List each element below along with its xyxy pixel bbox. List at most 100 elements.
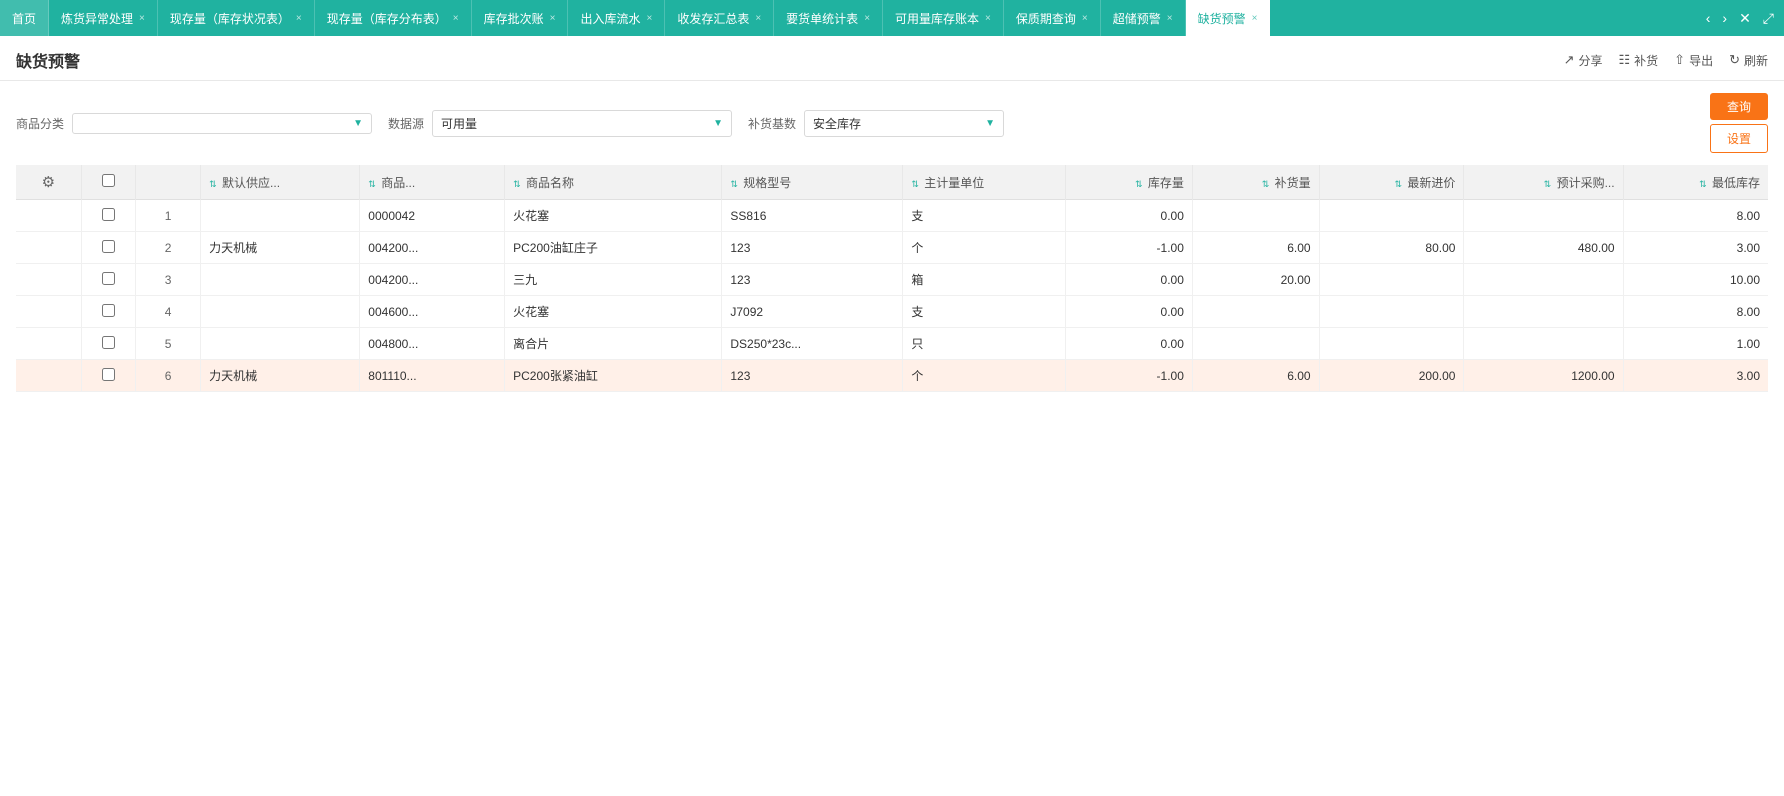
row-checkbox-cell[interactable] bbox=[81, 296, 135, 328]
row-num: 3 bbox=[135, 264, 200, 296]
tab-demand-stats[interactable]: 要货单统计表 × bbox=[774, 0, 883, 36]
tab-overstock[interactable]: 超储预警 × bbox=[1101, 0, 1186, 36]
row-supplier bbox=[201, 296, 360, 328]
tab-close-inout-flow[interactable]: × bbox=[646, 13, 652, 24]
gear-icon[interactable]: ⚙ bbox=[42, 174, 55, 191]
tab-stock-status[interactable]: 现存量（库存状况表） × bbox=[158, 0, 315, 36]
tab-close-shortage[interactable]: × bbox=[1252, 13, 1258, 24]
row-spec: J7092 bbox=[722, 296, 903, 328]
row-unit: 个 bbox=[903, 232, 1066, 264]
row-latest-price bbox=[1319, 200, 1464, 232]
row-unit: 箱 bbox=[903, 264, 1066, 296]
tab-prev-button[interactable]: ‹ bbox=[1700, 8, 1717, 28]
replenish-dropdown-icon: ▼ bbox=[985, 118, 995, 129]
table-container: ⚙ ⇅ 默认供应... ⇅ 商品... ⇅ bbox=[0, 165, 1784, 392]
tab-close-stock-dist[interactable]: × bbox=[453, 13, 459, 24]
tab-close-demand-stats[interactable]: × bbox=[864, 13, 870, 24]
tab-close-overstock[interactable]: × bbox=[1167, 13, 1173, 24]
sort-spec-icon: ⇅ bbox=[730, 179, 738, 189]
tab-close-receive-summary[interactable]: × bbox=[755, 13, 761, 24]
tab-abnormal[interactable]: 炼货异常处理 × bbox=[49, 0, 158, 36]
row-supplement bbox=[1192, 296, 1319, 328]
page-title-bar: 缺货预警 ↗ 分享 ☷ 补货 ⇧ 导出 ↻ 刷新 bbox=[0, 36, 1784, 81]
tab-close-available-ledger[interactable]: × bbox=[985, 13, 991, 24]
row-min-stock: 1.00 bbox=[1623, 328, 1768, 360]
query-button[interactable]: 查询 bbox=[1710, 93, 1768, 120]
tab-stock-dist[interactable]: 现存量（库存分布表） × bbox=[315, 0, 472, 36]
tab-batch-account[interactable]: 库存批次账 × bbox=[472, 0, 569, 36]
row-stock: -1.00 bbox=[1066, 232, 1193, 264]
row-stock: 0.00 bbox=[1066, 328, 1193, 360]
datasource-select-value: 可用量 bbox=[441, 115, 477, 132]
tab-close-expiry-query[interactable]: × bbox=[1082, 13, 1088, 24]
datasource-label: 数据源 bbox=[388, 115, 424, 132]
tab-close-abnormal[interactable]: × bbox=[139, 13, 145, 24]
tab-expand-button[interactable]: ⤢ bbox=[1757, 8, 1780, 29]
row-checkbox-0[interactable] bbox=[102, 208, 115, 221]
share-button[interactable]: ↗ 分享 bbox=[1564, 52, 1603, 69]
row-checkbox-3[interactable] bbox=[102, 304, 115, 317]
row-settings-cell bbox=[16, 328, 81, 360]
row-checkbox-4[interactable] bbox=[102, 336, 115, 349]
tab-receive-summary[interactable]: 收发存汇总表 × bbox=[665, 0, 774, 36]
row-checkbox-cell[interactable] bbox=[81, 232, 135, 264]
row-name: PC200油缸庄子 bbox=[505, 232, 722, 264]
row-num: 1 bbox=[135, 200, 200, 232]
col-header-latest-price: ⇅ 最新进价 bbox=[1319, 165, 1464, 200]
sort-stock-icon: ⇅ bbox=[1135, 179, 1143, 189]
row-checkbox-cell[interactable] bbox=[81, 328, 135, 360]
row-checkbox-2[interactable] bbox=[102, 272, 115, 285]
col-header-name: ⇅ 商品名称 bbox=[505, 165, 722, 200]
row-unit: 个 bbox=[903, 360, 1066, 392]
share-icon: ↗ bbox=[1564, 52, 1575, 68]
row-supplement bbox=[1192, 200, 1319, 232]
replenish-label: 补货基数 bbox=[748, 115, 796, 132]
row-stock: 0.00 bbox=[1066, 200, 1193, 232]
tab-close-batch-account[interactable]: × bbox=[550, 13, 556, 24]
row-code: 004800... bbox=[360, 328, 505, 360]
sort-supplier-icon: ⇅ bbox=[209, 179, 217, 189]
category-label: 商品分类 bbox=[16, 115, 64, 132]
tab-next-button[interactable]: › bbox=[1716, 8, 1733, 28]
export-button[interactable]: ⇧ 导出 bbox=[1674, 52, 1713, 69]
category-filter-group: 商品分类 ▼ bbox=[16, 113, 372, 134]
tab-nav-controls: ‹ › ✕ ⤢ bbox=[1700, 8, 1784, 29]
tab-close-all-button[interactable]: ✕ bbox=[1733, 8, 1757, 29]
settings-button[interactable]: 设置 bbox=[1710, 124, 1768, 153]
row-code: 004200... bbox=[360, 264, 505, 296]
row-unit: 支 bbox=[903, 200, 1066, 232]
tab-inout-flow[interactable]: 出入库流水 × bbox=[568, 0, 665, 36]
row-checkbox-cell[interactable] bbox=[81, 264, 135, 296]
table-row: 2 力天机械 004200... PC200油缸庄子 123 个 -1.00 6… bbox=[16, 232, 1768, 264]
col-header-min-stock: ⇅ 最低库存 bbox=[1623, 165, 1768, 200]
supplement-button[interactable]: ☷ 补货 bbox=[1618, 52, 1658, 69]
tab-expiry-query[interactable]: 保质期查询 × bbox=[1004, 0, 1101, 36]
row-checkbox-cell[interactable] bbox=[81, 360, 135, 392]
refresh-icon: ↻ bbox=[1729, 52, 1740, 68]
tab-shortage[interactable]: 缺货预警 × bbox=[1186, 0, 1271, 36]
col-header-supplier: ⇅ 默认供应... bbox=[201, 165, 360, 200]
col-header-estimated: ⇅ 预计采购... bbox=[1464, 165, 1623, 200]
sort-unit-icon: ⇅ bbox=[911, 179, 919, 189]
tab-close-stock-status[interactable]: × bbox=[296, 13, 302, 24]
row-checkbox-5[interactable] bbox=[102, 368, 115, 381]
datasource-select[interactable]: 可用量 ▼ bbox=[432, 110, 732, 137]
sort-min-stock-icon: ⇅ bbox=[1699, 179, 1707, 189]
row-stock: 0.00 bbox=[1066, 264, 1193, 296]
replenish-select[interactable]: 安全库存 ▼ bbox=[804, 110, 1004, 137]
row-supplier: 力天机械 bbox=[201, 232, 360, 264]
tab-home[interactable]: 首页 bbox=[0, 0, 49, 36]
row-estimated bbox=[1464, 328, 1623, 360]
col-header-spec: ⇅ 规格型号 bbox=[722, 165, 903, 200]
row-supplement: 20.00 bbox=[1192, 264, 1319, 296]
row-settings-cell bbox=[16, 360, 81, 392]
select-all-checkbox[interactable] bbox=[102, 174, 115, 187]
category-select[interactable]: ▼ bbox=[72, 113, 372, 134]
row-checkbox-cell[interactable] bbox=[81, 200, 135, 232]
refresh-button[interactable]: ↻ 刷新 bbox=[1729, 52, 1768, 69]
row-checkbox-1[interactable] bbox=[102, 240, 115, 253]
table-row: 6 力天机械 801110... PC200张紧油缸 123 个 -1.00 6… bbox=[16, 360, 1768, 392]
col-header-checkbox[interactable] bbox=[81, 165, 135, 200]
page-content: 缺货预警 ↗ 分享 ☷ 补货 ⇧ 导出 ↻ 刷新 商品分类 bbox=[0, 36, 1784, 796]
tab-available-ledger[interactable]: 可用量库存账本 × bbox=[883, 0, 1004, 36]
